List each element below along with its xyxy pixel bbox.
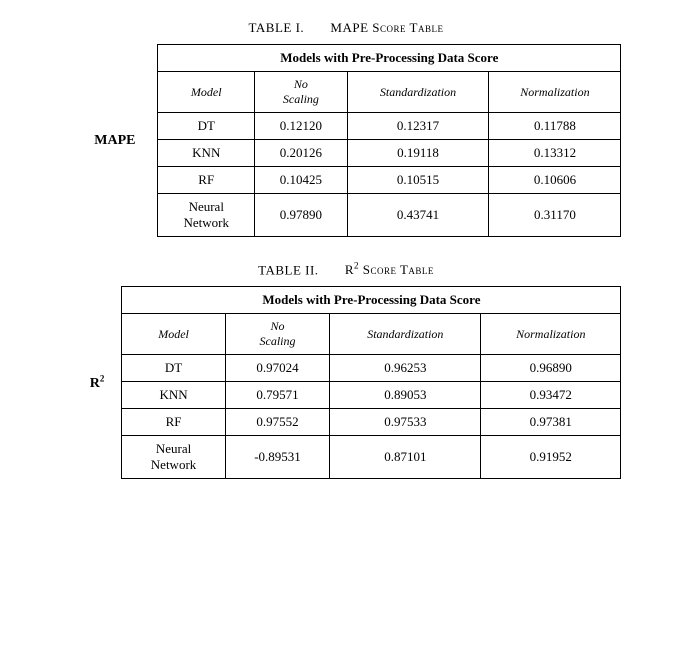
table2-row3-noscaling: 0.97552 xyxy=(225,409,330,436)
table1-row3-standardization: 0.10515 xyxy=(347,167,489,194)
table1-row2-model: KNN xyxy=(158,140,255,167)
table2-label: TABLE II. xyxy=(258,262,319,277)
table2-row2-model: KNN xyxy=(122,382,225,409)
table2-title: TABLE II. R2 Score Table xyxy=(40,261,652,278)
table2-row4-noscaling: -0.89531 xyxy=(225,436,330,479)
table2-section: TABLE II. R2 Score Table R2 Models with … xyxy=(40,261,652,479)
table1-col-normalization: Normalization xyxy=(489,72,621,113)
table1-col-noscaling: NoScaling xyxy=(255,72,347,113)
table2-row2-noscaling: 0.79571 xyxy=(225,382,330,409)
table2-row4-normalization: 0.91952 xyxy=(481,436,621,479)
table-row: NeuralNetwork -0.89531 0.87101 0.91952 xyxy=(71,436,621,479)
table2-col-noscaling: NoScaling xyxy=(225,314,330,355)
table2-row3-standardization: 0.97533 xyxy=(330,409,481,436)
table2-row4-standardization: 0.87101 xyxy=(330,436,481,479)
table1-row2-standardization: 0.19118 xyxy=(347,140,489,167)
table1-subtitle: MAPE Score Table xyxy=(330,20,443,35)
table2-row1-standardization: 0.96253 xyxy=(330,355,481,382)
table2: R2 Models with Pre-Processing Data Score… xyxy=(71,286,622,479)
table2-row3-model: RF xyxy=(122,409,225,436)
table2-col-normalization: Normalization xyxy=(481,314,621,355)
table1-row1-normalization: 0.11788 xyxy=(489,113,621,140)
table1-row4-noscaling: 0.97890 xyxy=(255,194,347,237)
table2-row3-normalization: 0.97381 xyxy=(481,409,621,436)
table2-outer-label: R2 xyxy=(71,287,122,479)
table1-row1-noscaling: 0.12120 xyxy=(255,113,347,140)
table1-row4-normalization: 0.31170 xyxy=(489,194,621,237)
table-row: KNN 0.79571 0.89053 0.93472 xyxy=(71,382,621,409)
table1-section: TABLE I. MAPE Score Table MAPE Models wi… xyxy=(40,20,652,237)
table1-row1-model: DT xyxy=(158,113,255,140)
table1: MAPE Models with Pre-Processing Data Sco… xyxy=(71,44,622,237)
table1-row4-standardization: 0.43741 xyxy=(347,194,489,237)
table1-row2-normalization: 0.13312 xyxy=(489,140,621,167)
table1-row4-model: NeuralNetwork xyxy=(158,194,255,237)
table-row: DT 0.97024 0.96253 0.96890 xyxy=(71,355,621,382)
table2-header-main: Models with Pre-Processing Data Score xyxy=(122,287,621,314)
table1-header-main: Models with Pre-Processing Data Score xyxy=(158,45,621,72)
table2-row1-model: DT xyxy=(122,355,225,382)
table1-row1-standardization: 0.12317 xyxy=(347,113,489,140)
table1-outer-label: MAPE xyxy=(71,45,158,237)
table2-col-standardization: Standardization xyxy=(330,314,481,355)
table1-title: TABLE I. MAPE Score Table xyxy=(40,20,652,36)
table2-row4-model: NeuralNetwork xyxy=(122,436,225,479)
table2-row2-standardization: 0.89053 xyxy=(330,382,481,409)
table2-row1-normalization: 0.96890 xyxy=(481,355,621,382)
table2-subtitle: R2 Score Table xyxy=(345,262,434,277)
table1-col-model: Model xyxy=(158,72,255,113)
table2-row2-normalization: 0.93472 xyxy=(481,382,621,409)
table1-label: TABLE I. xyxy=(249,20,305,35)
table1-row3-noscaling: 0.10425 xyxy=(255,167,347,194)
table1-col-standardization: Standardization xyxy=(347,72,489,113)
table-row: RF 0.97552 0.97533 0.97381 xyxy=(71,409,621,436)
table2-col-model: Model xyxy=(122,314,225,355)
table1-row2-noscaling: 0.20126 xyxy=(255,140,347,167)
table2-row1-noscaling: 0.97024 xyxy=(225,355,330,382)
table1-row3-model: RF xyxy=(158,167,255,194)
table1-row3-normalization: 0.10606 xyxy=(489,167,621,194)
